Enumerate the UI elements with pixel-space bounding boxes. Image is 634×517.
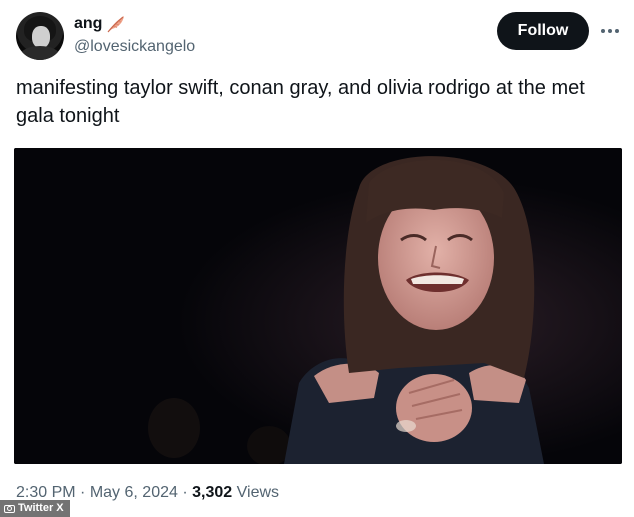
user-handle[interactable]: @lovesickangelo: [74, 36, 195, 58]
avatar[interactable]: [16, 12, 64, 60]
tweet-date[interactable]: May 6, 2024: [90, 484, 178, 501]
tweet-text: manifesting taylor swift, conan gray, an…: [16, 77, 585, 127]
source-credit: Twitter X: [0, 500, 70, 517]
user-names: ang @lovesickangelo: [74, 14, 195, 58]
source-label: Twitter X: [18, 502, 64, 514]
display-name-row[interactable]: ang: [74, 14, 195, 34]
tweet-header: ang @lovesickangelo Follow: [16, 12, 620, 60]
more-options-icon[interactable]: [599, 20, 621, 42]
gif-image: [14, 148, 622, 464]
follow-button[interactable]: Follow: [497, 12, 589, 50]
tweet-media-gif[interactable]: [14, 148, 622, 464]
display-name[interactable]: ang: [74, 14, 102, 34]
camera-icon: [4, 504, 15, 513]
meta-separator: ·: [80, 484, 86, 501]
views-label: Views: [236, 484, 280, 501]
meta-separator: ·: [182, 484, 188, 501]
views-count: 3,302: [192, 484, 233, 501]
tweet-time[interactable]: 2:30 PM: [16, 484, 76, 501]
feather-icon: [106, 15, 126, 33]
